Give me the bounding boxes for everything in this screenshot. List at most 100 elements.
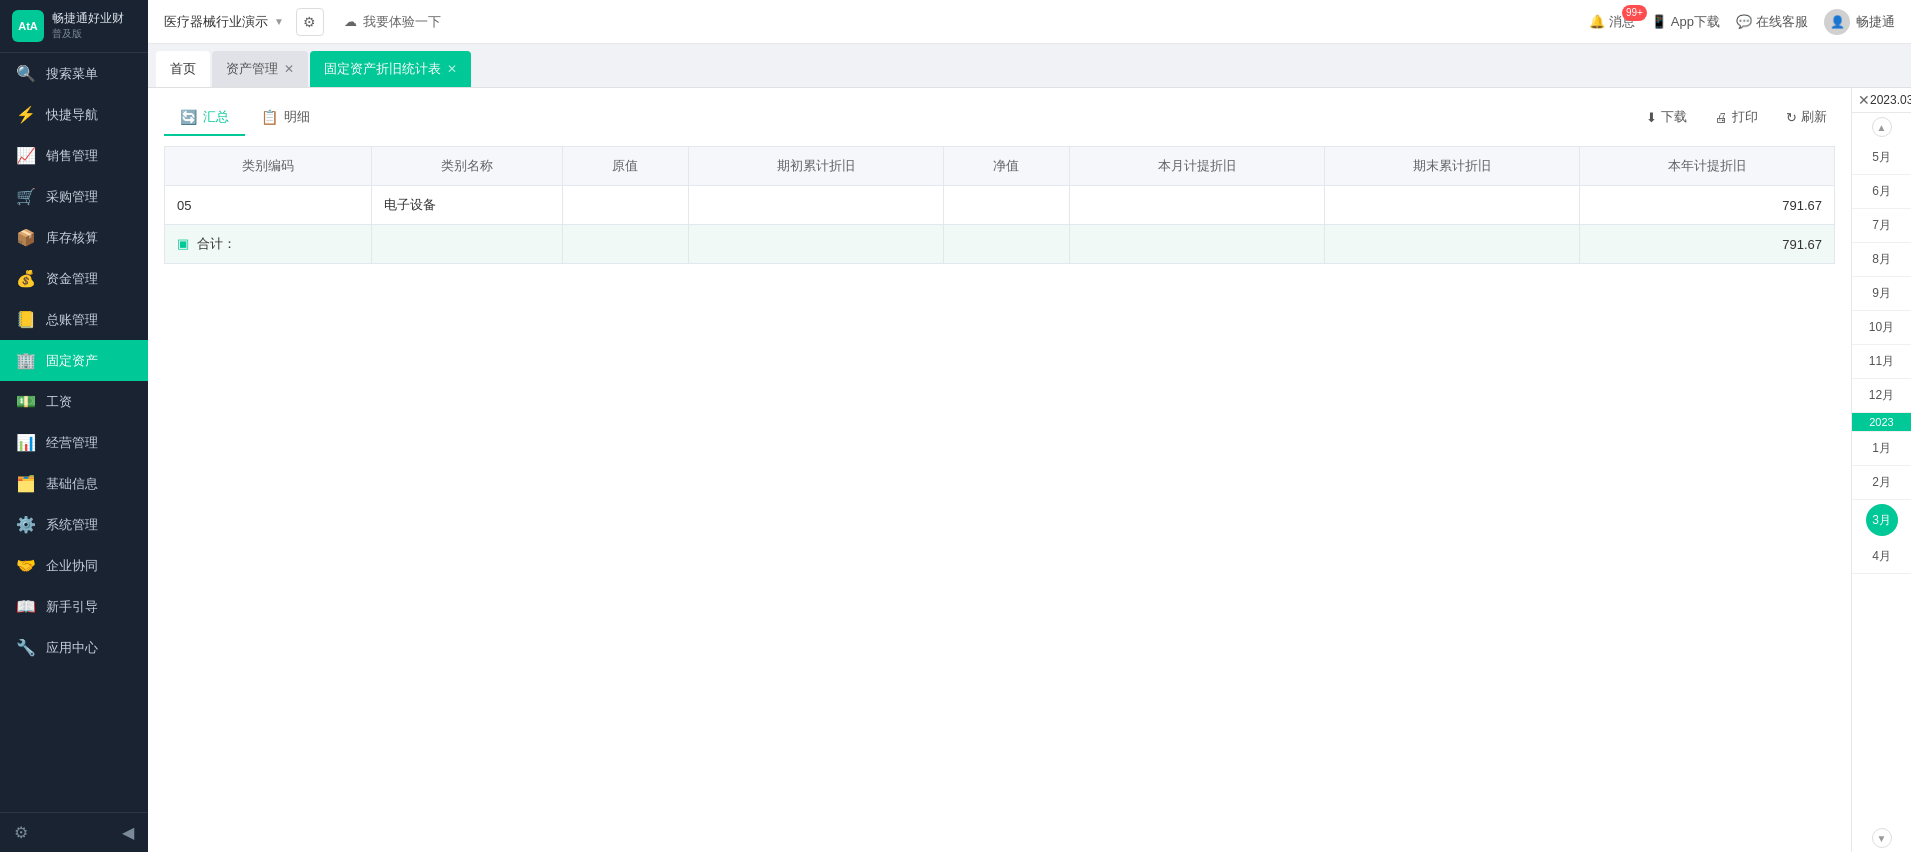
depreciation-table: 类别编码 类别名称 原值 期初累计折旧 净值 本月计提折旧 期末累计折旧 本年计… [164, 146, 1835, 264]
tab-home[interactable]: 首页 [156, 51, 210, 87]
date-nav-up[interactable]: ▲ [1852, 113, 1911, 141]
topbar-right: 🔔 消息 99+ 📱 App下载 💬 在线客服 👤 畅捷通 [1589, 9, 1895, 35]
handshake-icon: 🤝 [16, 556, 36, 575]
sidebar-item-label: 资金管理 [46, 270, 98, 288]
date-month-3-container: 3月 [1852, 500, 1911, 540]
depreciation-tab-label: 固定资产折旧统计表 [324, 60, 441, 78]
app-download-button[interactable]: 📱 App下载 [1651, 13, 1720, 31]
sum-cell-icon: ▣ 合计： [165, 225, 372, 264]
app-name: 畅捷通好业财 [52, 11, 124, 27]
experience-button[interactable]: ☁ 我要体验一下 [336, 9, 449, 35]
down-arrow-icon[interactable]: ▼ [1872, 828, 1892, 848]
online-service-label: 在线客服 [1756, 13, 1808, 31]
tab-depreciation[interactable]: 固定资产折旧统计表 ✕ [310, 51, 471, 87]
phone-icon: 📱 [1651, 14, 1667, 29]
col-original: 原值 [562, 147, 688, 186]
date-month-2[interactable]: 2月 [1852, 466, 1911, 500]
notifications-badge: 99+ [1622, 5, 1647, 21]
col-name: 类别名称 [372, 147, 563, 186]
sub-tabs: 🔄 汇总 📋 明细 [164, 100, 326, 134]
sidebar-item-apps[interactable]: 🔧 应用中心 [0, 627, 148, 668]
sidebar-item-collab[interactable]: 🤝 企业协同 [0, 545, 148, 586]
date-panel-close-button[interactable]: ✕ [1858, 92, 1870, 108]
sub-tab-summary[interactable]: 🔄 汇总 [164, 100, 245, 136]
date-year-2023: 2023 [1852, 413, 1911, 432]
sidebar-item-funds[interactable]: 💰 资金管理 [0, 258, 148, 299]
sub-tab-detail-label: 明细 [284, 108, 310, 126]
date-month-8[interactable]: 8月 [1852, 243, 1911, 277]
tabsbar: 首页 资产管理 ✕ 固定资产折旧统计表 ✕ [148, 44, 1911, 88]
sidebar-item-guide[interactable]: 📖 新手引导 [0, 586, 148, 627]
company-selector[interactable]: 医疗器械行业演示 ▼ [164, 13, 284, 31]
settings-button[interactable]: ⚙ [296, 8, 324, 36]
sidebar-item-inventory[interactable]: 📦 库存核算 [0, 217, 148, 258]
date-month-12[interactable]: 12月 [1852, 379, 1911, 413]
cloud-icon: ☁ [344, 14, 357, 29]
date-nav-down[interactable]: ▼ [1852, 824, 1911, 852]
sum-end-accum [1325, 225, 1580, 264]
sidebar-item-assets[interactable]: 🏢 固定资产 [0, 340, 148, 381]
sum-icon: ▣ [177, 236, 189, 251]
sidebar-item-label: 应用中心 [46, 639, 98, 657]
cell-name: 电子设备 [372, 186, 563, 225]
table-row: 05 电子设备 791.67 [165, 186, 1835, 225]
col-net: 净值 [943, 147, 1069, 186]
sidebar-item-payroll[interactable]: 💵 工资 [0, 381, 148, 422]
sidebar-item-label: 系统管理 [46, 516, 98, 534]
date-month-5[interactable]: 5月 [1852, 141, 1911, 175]
date-list: 5月 6月 7月 8月 9月 10月 11月 12月 2023 1月 2月 3月… [1852, 141, 1911, 824]
sidebar-item-quicknav[interactable]: ⚡ 快捷导航 [0, 94, 148, 135]
cell-net [943, 186, 1069, 225]
sidebar-item-label: 总账管理 [46, 311, 98, 329]
download-button[interactable]: ⬇ 下载 [1638, 104, 1695, 130]
avatar: 👤 [1824, 9, 1850, 35]
sidebar-item-search[interactable]: 🔍 搜索菜单 [0, 53, 148, 94]
print-button[interactable]: 🖨 打印 [1707, 104, 1766, 130]
user-area[interactable]: 👤 畅捷通 [1824, 9, 1895, 35]
notifications-button[interactable]: 🔔 消息 99+ [1589, 13, 1635, 31]
company-name: 医疗器械行业演示 [164, 13, 268, 31]
sidebar-item-purchase[interactable]: 🛒 采购管理 [0, 176, 148, 217]
sum-annual: 791.67 [1579, 225, 1834, 264]
sidebar-item-system[interactable]: ⚙️ 系统管理 [0, 504, 148, 545]
sidebar-item-label: 基础信息 [46, 475, 98, 493]
sidebar-item-label: 库存核算 [46, 229, 98, 247]
sidebar-item-basic[interactable]: 🗂️ 基础信息 [0, 463, 148, 504]
sub-tab-detail[interactable]: 📋 明细 [245, 100, 326, 136]
date-panel: ✕ 2023.03 ⤢ ▲ 5月 6月 7月 8月 9月 10月 11月 12月… [1851, 88, 1911, 852]
guide-icon: 📖 [16, 597, 36, 616]
toolbar-actions: ⬇ 下载 🖨 打印 ↻ 刷新 [1638, 104, 1835, 130]
sidebar-item-sales[interactable]: 📈 销售管理 [0, 135, 148, 176]
date-month-1[interactable]: 1月 [1852, 432, 1911, 466]
cell-original [562, 186, 688, 225]
app-edition: 普及版 [52, 27, 124, 41]
online-service-button[interactable]: 💬 在线客服 [1736, 13, 1808, 31]
up-arrow-icon[interactable]: ▲ [1872, 117, 1892, 137]
search-icon: 🔍 [16, 64, 36, 83]
refresh-button[interactable]: ↻ 刷新 [1778, 104, 1835, 130]
date-month-7[interactable]: 7月 [1852, 209, 1911, 243]
sidebar-item-label: 销售管理 [46, 147, 98, 165]
tab-asset-mgmt[interactable]: 资产管理 ✕ [212, 51, 308, 87]
date-month-6[interactable]: 6月 [1852, 175, 1911, 209]
sidebar-item-operations[interactable]: 📊 经营管理 [0, 422, 148, 463]
date-month-10[interactable]: 10月 [1852, 311, 1911, 345]
sidebar-nav: 🔍 搜索菜单 ⚡ 快捷导航 📈 销售管理 🛒 采购管理 📦 库存核算 💰 资金管… [0, 53, 148, 812]
tab-close-icon[interactable]: ✕ [284, 62, 294, 76]
sidebar-item-label: 快捷导航 [46, 106, 98, 124]
sum-net [943, 225, 1069, 264]
sidebar-item-ledger[interactable]: 📒 总账管理 [0, 299, 148, 340]
tab-close-active-icon[interactable]: ✕ [447, 62, 457, 76]
date-month-4[interactable]: 4月 [1852, 540, 1911, 574]
download-icon: ⬇ [1646, 110, 1657, 125]
col-init-accum: 期初累计折旧 [688, 147, 943, 186]
col-monthly: 本月计提折旧 [1070, 147, 1325, 186]
sidebar-item-label: 新手引导 [46, 598, 98, 616]
settings-footer-icon[interactable]: ⚙ [14, 823, 28, 842]
date-month-3-active[interactable]: 3月 [1866, 504, 1898, 536]
date-month-9[interactable]: 9月 [1852, 277, 1911, 311]
sidebar-item-label: 企业协同 [46, 557, 98, 575]
date-month-11[interactable]: 11月 [1852, 345, 1911, 379]
collapse-icon[interactable]: ◀ [122, 823, 134, 842]
col-code: 类别编码 [165, 147, 372, 186]
